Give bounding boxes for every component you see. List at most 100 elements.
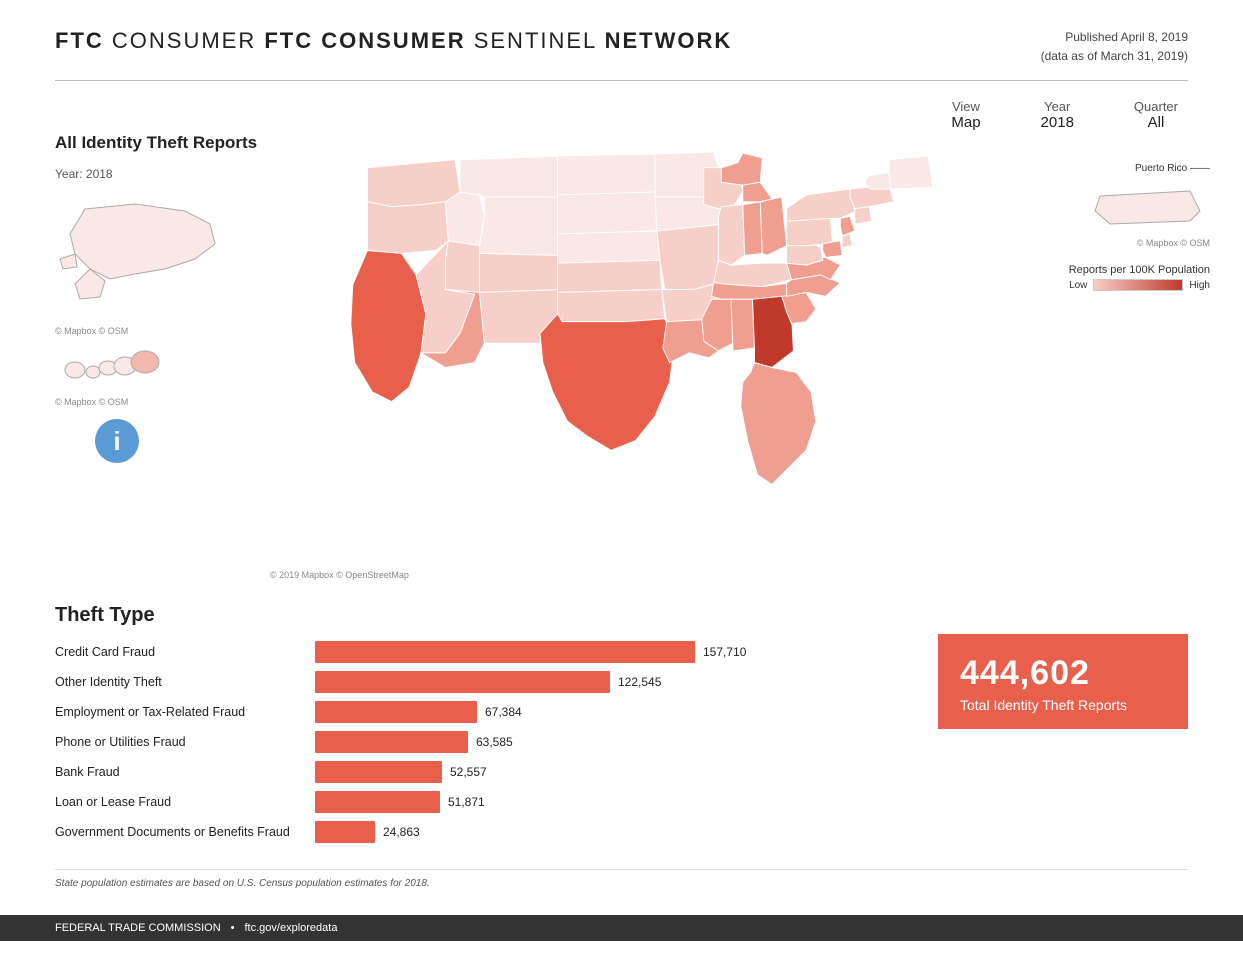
state-oh bbox=[760, 197, 786, 256]
map-subtitle: Year: 2018 bbox=[55, 167, 265, 181]
state-nj bbox=[840, 217, 855, 237]
bar-value: 24,863 bbox=[383, 825, 420, 839]
state-ks bbox=[558, 261, 662, 293]
info-icon-wrapper: i bbox=[95, 419, 265, 463]
map-title-block: All Identity Theft Reports Year: 2018 bbox=[55, 133, 265, 181]
legend-low: Low bbox=[1069, 280, 1087, 291]
state-me bbox=[889, 156, 933, 189]
state-pa bbox=[787, 219, 833, 246]
bar-value: 67,384 bbox=[485, 705, 522, 719]
state-tx bbox=[540, 314, 675, 451]
total-number: 444,602 bbox=[960, 654, 1166, 693]
map-section: View Map Year 2018 Quarter All All Ident… bbox=[55, 99, 1188, 580]
legend-bar bbox=[1093, 279, 1183, 291]
state-ny bbox=[787, 189, 855, 221]
map-copyright: © 2019 Mapbox © OpenStreetMap bbox=[270, 570, 1045, 580]
footer-url: ftc.gov/exploredata bbox=[245, 922, 338, 934]
state-vt-nh bbox=[865, 173, 891, 190]
control-year[interactable]: Year 2018 bbox=[1041, 99, 1074, 131]
bar-track: 67,384 bbox=[315, 701, 522, 723]
state-wa bbox=[367, 160, 460, 207]
state-il bbox=[718, 205, 744, 265]
bar-track: 63,585 bbox=[315, 731, 513, 753]
bar-track: 122,545 bbox=[315, 671, 661, 693]
state-ct bbox=[855, 207, 872, 225]
bar-fill bbox=[315, 641, 695, 663]
state-ca bbox=[351, 251, 426, 402]
main-map-area: © 2019 Mapbox © OpenStreetMap bbox=[265, 133, 1045, 580]
bar-fill bbox=[315, 701, 477, 723]
state-mi-upper bbox=[721, 153, 762, 185]
bar-value: 122,545 bbox=[618, 675, 661, 689]
right-panel: Puerto Rico —— © Mapbox © OSM Reports pe… bbox=[1045, 133, 1210, 291]
bar-label: Employment or Tax-Related Fraud bbox=[55, 705, 315, 719]
bar-track: 51,871 bbox=[315, 791, 485, 813]
control-view[interactable]: View Map bbox=[951, 99, 980, 131]
header-meta: Published April 8, 2019 (data as of Marc… bbox=[1041, 28, 1188, 66]
footer-agency: FEDERAL TRADE COMMISSION bbox=[55, 922, 221, 934]
published-date: Published April 8, 2019 bbox=[1041, 28, 1188, 47]
control-quarter[interactable]: Quarter All bbox=[1134, 99, 1178, 131]
bar-fill bbox=[315, 671, 610, 693]
data-as-of: (data as of March 31, 2019) bbox=[1041, 47, 1188, 66]
map-controls: View Map Year 2018 Quarter All bbox=[55, 99, 1188, 131]
logo: FTC CONSUMER FTC CONSUMER SENTINEL NETWO… bbox=[55, 28, 732, 54]
bar-row: Credit Card Fraud 157,710 bbox=[55, 641, 908, 663]
bar-row: Other Identity Theft 122,545 bbox=[55, 671, 908, 693]
control-view-label: View bbox=[951, 99, 980, 114]
alaska-map-svg bbox=[55, 189, 245, 319]
state-de bbox=[842, 234, 852, 248]
control-quarter-label: Quarter bbox=[1134, 99, 1178, 114]
hawaii-inset: © Mapbox © OSM bbox=[55, 340, 265, 407]
legend-row: Low High bbox=[1069, 279, 1210, 291]
footer-note: State population estimates are based on … bbox=[55, 869, 1188, 889]
state-nd bbox=[558, 154, 656, 195]
control-view-value: Map bbox=[951, 114, 980, 131]
map-title: All Identity Theft Reports bbox=[55, 133, 265, 153]
alaska-inset: © Mapbox © OSM bbox=[55, 189, 265, 336]
state-ok bbox=[558, 290, 665, 322]
alaska-shape bbox=[70, 204, 215, 279]
state-ky bbox=[714, 261, 792, 287]
bar-fill bbox=[315, 821, 375, 843]
bar-value: 51,871 bbox=[448, 795, 485, 809]
bar-value: 63,585 bbox=[476, 735, 513, 749]
bar-track: 24,863 bbox=[315, 821, 420, 843]
bar-fill bbox=[315, 761, 442, 783]
hawaii-map-svg bbox=[55, 340, 175, 390]
bar-label: Credit Card Fraud bbox=[55, 645, 315, 659]
state-md bbox=[823, 241, 843, 258]
header: FTC CONSUMER FTC CONSUMER SENTINEL NETWO… bbox=[0, 0, 1243, 80]
chart-right: 444,602 Total Identity Theft Reports bbox=[938, 604, 1188, 729]
state-wy bbox=[480, 197, 563, 256]
control-year-value: 2018 bbox=[1041, 114, 1074, 131]
state-fl bbox=[741, 363, 816, 485]
bar-row: Phone or Utilities Fraud 63,585 bbox=[55, 731, 908, 753]
bar-label: Other Identity Theft bbox=[55, 675, 315, 689]
bar-label: Phone or Utilities Fraud bbox=[55, 735, 315, 749]
bar-row: Employment or Tax-Related Fraud 67,384 bbox=[55, 701, 908, 723]
bar-label: Bank Fraud bbox=[55, 765, 315, 779]
total-label: Total Identity Theft Reports bbox=[960, 697, 1166, 713]
puerto-rico-label: Puerto Rico —— bbox=[1135, 163, 1210, 174]
alaska-copyright: © Mapbox © OSM bbox=[55, 326, 265, 336]
bar-track: 52,557 bbox=[315, 761, 487, 783]
state-in bbox=[743, 202, 763, 256]
footer-bar: FEDERAL TRADE COMMISSION • ftc.gov/explo… bbox=[0, 915, 1243, 941]
logo-consumer: CONSUMER bbox=[112, 28, 256, 53]
bar-track: 157,710 bbox=[315, 641, 746, 663]
state-al bbox=[731, 300, 754, 352]
main-content: View Map Year 2018 Quarter All All Ident… bbox=[0, 81, 1243, 899]
total-box: 444,602 Total Identity Theft Reports bbox=[938, 634, 1188, 729]
state-sd bbox=[558, 192, 657, 234]
info-icon[interactable]: i bbox=[95, 419, 139, 463]
pr-copyright: © Mapbox © OSM bbox=[1137, 238, 1210, 248]
state-or bbox=[367, 202, 448, 254]
chart-section: Theft Type Credit Card Fraud 157,710 Oth… bbox=[55, 604, 1188, 851]
bar-label: Government Documents or Benefits Fraud bbox=[55, 825, 315, 839]
bar-value: 157,710 bbox=[703, 645, 746, 659]
logo-ftc: FTC bbox=[55, 28, 104, 53]
left-panel: All Identity Theft Reports Year: 2018 © … bbox=[55, 133, 265, 463]
footer-separator: • bbox=[231, 922, 235, 934]
pr-shape bbox=[1095, 191, 1200, 224]
